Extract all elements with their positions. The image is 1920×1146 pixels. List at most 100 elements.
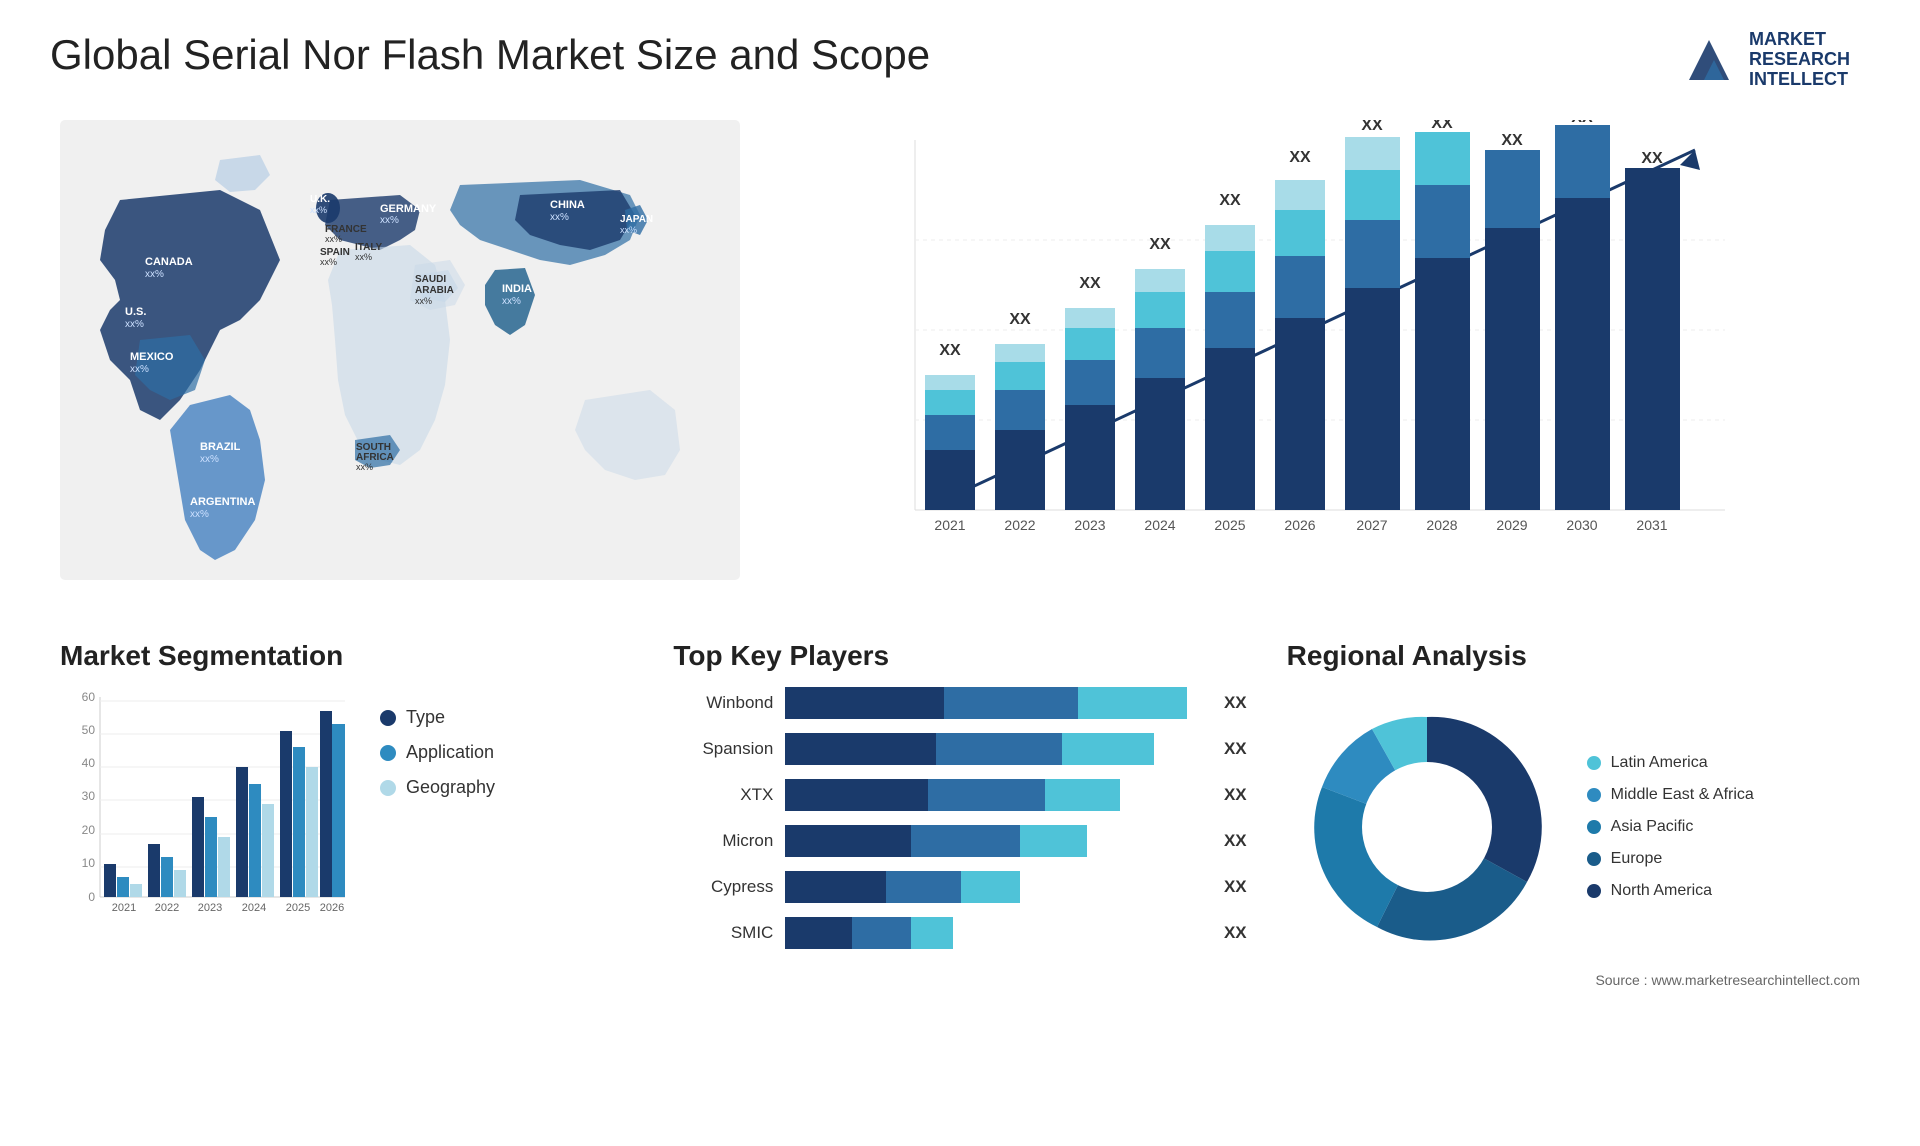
player-row-micron: Micron XX — [673, 825, 1246, 857]
legend-europe: Europe — [1587, 850, 1754, 868]
cypress-light — [961, 871, 1020, 903]
europe-dot — [1587, 852, 1601, 866]
legend-application: Application — [380, 742, 495, 763]
growth-chart-svg: XX 2021 XX 2022 XX 2023 — [770, 120, 1840, 580]
smic-bar — [785, 917, 1204, 949]
smic-light — [911, 917, 953, 949]
micron-dark — [785, 825, 911, 857]
svg-text:2023: 2023 — [198, 902, 222, 914]
smic-mid — [852, 917, 911, 949]
legend-middle-east-africa: Middle East & Africa — [1587, 786, 1754, 804]
svg-text:2021: 2021 — [112, 902, 136, 914]
winbond-dark — [785, 687, 944, 719]
svg-text:2023: 2023 — [1074, 517, 1105, 533]
winbond-mid — [944, 687, 1078, 719]
svg-text:2029: 2029 — [1496, 517, 1527, 533]
xtx-light — [1045, 779, 1120, 811]
legend-geography: Geography — [380, 777, 495, 798]
winbond-bar — [785, 687, 1204, 719]
svg-text:2027: 2027 — [1356, 517, 1387, 533]
player-name-cypress: Cypress — [673, 877, 773, 897]
legend-latin-america: Latin America — [1587, 754, 1754, 772]
segmentation-section: Market Segmentation 0 10 20 30 40 50 — [50, 630, 643, 998]
svg-text:XX: XX — [1501, 132, 1523, 149]
regional-content: Latin America Middle East & Africa Asia … — [1287, 687, 1860, 967]
cypress-mid — [886, 871, 961, 903]
micron-bar — [785, 825, 1204, 857]
spansion-mid — [936, 733, 1062, 765]
svg-text:XX: XX — [1079, 275, 1101, 292]
segmentation-title: Market Segmentation — [60, 640, 633, 672]
svg-text:CHINA: CHINA — [550, 199, 585, 211]
svg-text:2030: 2030 — [1566, 517, 1597, 533]
smic-value: XX — [1224, 923, 1247, 943]
svg-text:2028: 2028 — [1426, 517, 1457, 533]
source-text: Source : www.marketresearchintellect.com — [1287, 972, 1860, 988]
svg-text:60: 60 — [82, 690, 96, 704]
cypress-bar — [785, 871, 1204, 903]
type-dot — [380, 710, 396, 726]
bar-chart-section: XX 2021 XX 2022 XX 2023 — [740, 110, 1870, 610]
svg-text:U.S.: U.S. — [125, 306, 146, 318]
svg-text:20: 20 — [82, 823, 96, 837]
player-row-xtx: XTX XX — [673, 779, 1246, 811]
micron-mid — [911, 825, 1020, 857]
bar-chart-container: XX 2021 XX 2022 XX 2023 — [770, 120, 1840, 580]
svg-text:2021: 2021 — [934, 517, 965, 533]
middle-east-dot — [1587, 788, 1601, 802]
svg-text:40: 40 — [82, 756, 96, 770]
north-america-dot — [1587, 884, 1601, 898]
north-america-label: North America — [1611, 882, 1712, 900]
segmentation-chart: 0 10 20 30 40 50 60 — [60, 687, 633, 947]
seg-legend: Type Application Geography — [380, 707, 495, 798]
svg-text:U.K.: U.K. — [310, 194, 330, 205]
application-label: Application — [406, 742, 494, 763]
players-chart: Winbond XX Spansion — [673, 687, 1246, 949]
xtx-mid — [928, 779, 1045, 811]
geography-dot — [380, 780, 396, 796]
regional-legend: Latin America Middle East & Africa Asia … — [1587, 754, 1754, 900]
asia-pacific-label: Asia Pacific — [1611, 818, 1694, 836]
winbond-value: XX — [1224, 693, 1247, 713]
svg-text:XX: XX — [1219, 192, 1241, 209]
donut-svg — [1287, 687, 1567, 967]
xtx-dark — [785, 779, 927, 811]
spansion-light — [1062, 733, 1154, 765]
svg-text:xx%: xx% — [145, 269, 164, 280]
europe-label: Europe — [1611, 850, 1663, 868]
middle-east-label: Middle East & Africa — [1611, 786, 1754, 804]
svg-text:ARABIA: ARABIA — [415, 285, 454, 296]
svg-text:XX: XX — [1289, 149, 1311, 166]
svg-text:xx%: xx% — [355, 252, 372, 262]
donut-container — [1287, 687, 1567, 967]
latin-america-dot — [1587, 756, 1601, 770]
svg-text:SAUDI: SAUDI — [415, 274, 446, 285]
type-label: Type — [406, 707, 445, 728]
svg-text:CANADA: CANADA — [145, 256, 193, 268]
svg-text:30: 30 — [82, 789, 96, 803]
svg-text:xx%: xx% — [190, 509, 209, 520]
player-name-smic: SMIC — [673, 923, 773, 943]
svg-text:XX: XX — [1431, 120, 1453, 132]
svg-text:xx%: xx% — [550, 212, 569, 223]
players-title: Top Key Players — [673, 640, 1246, 672]
logo: MARKET RESEARCH INTELLECT — [1679, 30, 1850, 90]
svg-text:ARGENTINA: ARGENTINA — [190, 496, 255, 508]
spansion-value: XX — [1224, 739, 1247, 759]
winbond-light — [1078, 687, 1187, 719]
player-name-xtx: XTX — [673, 785, 773, 805]
svg-text:BRAZIL: BRAZIL — [200, 441, 241, 453]
svg-text:XX: XX — [1571, 120, 1593, 126]
svg-text:xx%: xx% — [380, 215, 399, 226]
latin-america-label: Latin America — [1611, 754, 1708, 772]
svg-text:xx%: xx% — [200, 454, 219, 465]
player-name-winbond: Winbond — [673, 693, 773, 713]
world-map-svg: CANADA xx% U.S. xx% MEXICO xx% BRAZIL xx… — [60, 120, 740, 580]
svg-text:2024: 2024 — [1144, 517, 1175, 533]
page-title: Global Serial Nor Flash Market Size and … — [50, 30, 930, 80]
svg-text:0: 0 — [88, 890, 95, 904]
cypress-value: XX — [1224, 877, 1247, 897]
svg-text:50: 50 — [82, 723, 96, 737]
svg-text:xx%: xx% — [310, 205, 327, 215]
svg-text:xx%: xx% — [325, 234, 342, 244]
